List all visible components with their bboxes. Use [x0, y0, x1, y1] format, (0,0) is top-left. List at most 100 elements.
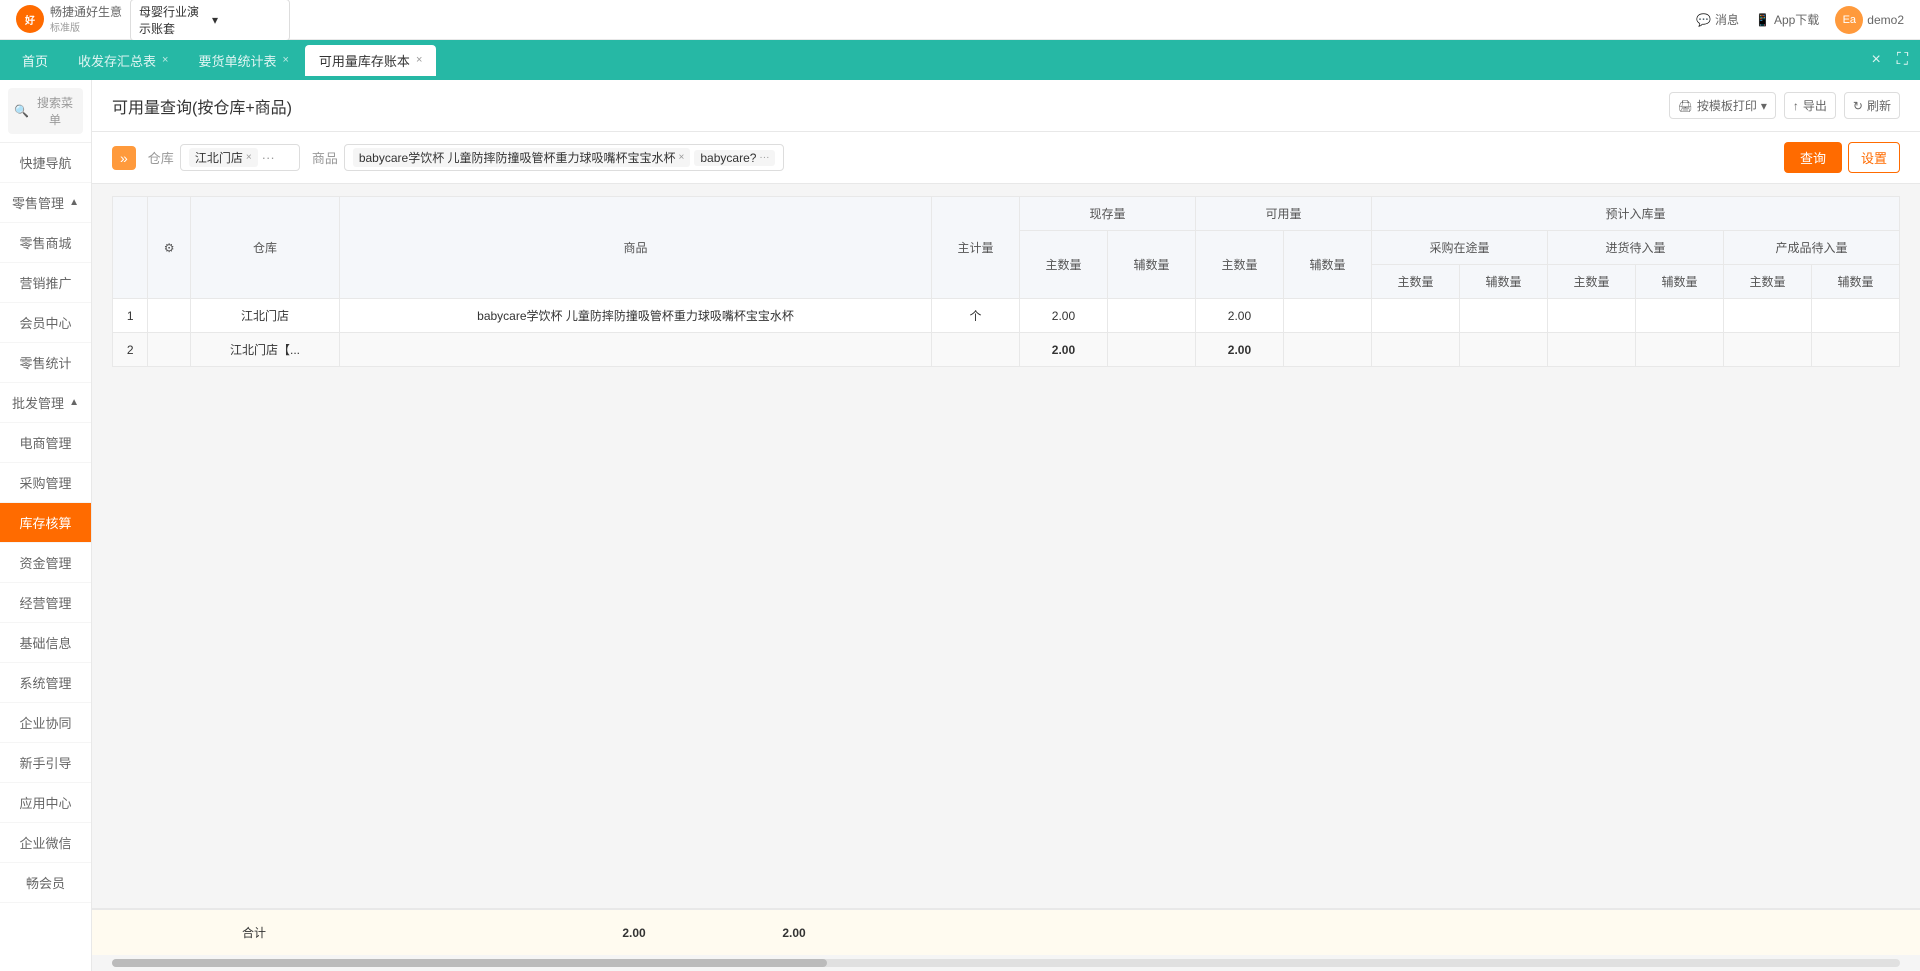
sidebar-item-operations[interactable]: 经营管理 [0, 583, 91, 623]
wechat-label: 企业微信 [19, 836, 71, 851]
close-all-button[interactable]: × [1867, 47, 1884, 73]
sidebar-item-quick-nav[interactable]: 快捷导航 [0, 143, 91, 183]
summary-empty-1 [92, 918, 184, 947]
nav-tabs: 首页 收发存汇总表 × 要货单统计表 × 可用量库存账本 × × ⛶ [0, 40, 1920, 80]
sidebar-item-basic-info[interactable]: 基础信息 [0, 623, 91, 663]
tab-receipt-label: 收发存汇总表 [78, 51, 156, 70]
row2-goods-aux [1635, 333, 1723, 367]
data-table: ⚙ 仓库 商品 主计量 现存量 [112, 196, 1900, 367]
user-area[interactable]: Ea demo2 [1835, 6, 1904, 34]
top-bar-right: 💬 消息 📱 App下载 Ea demo2 [1696, 6, 1904, 34]
retail-store-label: 零售商城 [19, 236, 71, 251]
search-menu-label: 搜索菜单 [33, 94, 77, 128]
th-stock-main: 主数量 [1019, 231, 1107, 299]
row2-prod-aux [1811, 333, 1899, 367]
th-avail-main: 主数量 [1195, 231, 1283, 299]
sidebar-item-retail-store[interactable]: 零售商城 [0, 223, 91, 263]
fullscreen-button[interactable]: ⛶ [1893, 47, 1912, 73]
th-pur-aux: 辅数量 [1459, 265, 1547, 299]
tab-receipt[interactable]: 收发存汇总表 × [64, 45, 182, 76]
main-layout: 🔍 搜索菜单 快捷导航 零售管理 ▲ 零售商城 营销推广 会员中心 零售统计 批… [0, 80, 1920, 971]
print-button[interactable]: 🖨 按模板打印 ▾ [1669, 92, 1776, 119]
table-row: 2 江北门店【... 2.00 2.00 [113, 333, 1900, 367]
settings-button[interactable]: 设置 [1848, 142, 1900, 173]
row2-stock-main: 2.00 [1019, 333, 1107, 367]
tab-inventory[interactable]: 可用量库存账本 × [305, 45, 436, 76]
th-product: 商品 [340, 197, 932, 299]
sidebar: 🔍 搜索菜单 快捷导航 零售管理 ▲ 零售商城 营销推广 会员中心 零售统计 批… [0, 80, 92, 971]
sidebar-item-purchase[interactable]: 采购管理 [0, 463, 91, 503]
row1-settings-cell [148, 299, 191, 333]
sidebar-item-inventory[interactable]: 库存核算 [0, 503, 91, 543]
sidebar-item-system[interactable]: 系统管理 [0, 663, 91, 703]
sidebar-item-retail-mgmt[interactable]: 零售管理 ▲ [0, 183, 91, 223]
row2-unit [931, 333, 1019, 367]
row2-seq: 2 [113, 333, 148, 367]
tab-order-close[interactable]: × [282, 54, 288, 66]
filter-buttons: 查询 设置 [1784, 142, 1900, 173]
top-bar: 好 畅捷通好生意 标准版 母婴行业演示账套 ▾ 💬 消息 📱 App下载 Ea … [0, 0, 1920, 40]
app-center-label: 应用中心 [19, 796, 71, 811]
export-button[interactable]: ↑ 导出 [1784, 92, 1836, 119]
avatar-text: Ea [1843, 14, 1856, 26]
th-rownum [113, 197, 148, 299]
warehouse-tag-text: 江北门店 [195, 149, 243, 166]
tab-home[interactable]: 首页 [8, 45, 62, 76]
warehouse-dots[interactable]: ··· [262, 150, 275, 165]
product-tag-2-dots[interactable]: ··· [759, 152, 769, 163]
product-tag-2-text: babycare? [700, 151, 756, 165]
th-settings[interactable]: ⚙ [148, 197, 191, 299]
table-row: 1 江北门店 babycare学饮杯 儿童防摔防撞吸管杯重力球吸嘴杯宝宝水杯 个… [113, 299, 1900, 333]
ecommerce-label: 电商管理 [19, 436, 71, 451]
logo-icon: 好 [16, 5, 44, 33]
search-menu-button[interactable]: 🔍 搜索菜单 [8, 88, 83, 134]
system-label: 系统管理 [19, 676, 71, 691]
sidebar-item-finance[interactable]: 资金管理 [0, 543, 91, 583]
tab-inventory-close[interactable]: × [416, 54, 422, 66]
purchase-label: 采购管理 [19, 476, 71, 491]
row1-unit: 个 [931, 299, 1019, 333]
message-button[interactable]: 💬 消息 [1696, 11, 1739, 28]
refresh-label: 刷新 [1867, 97, 1891, 114]
tab-receipt-close[interactable]: × [162, 54, 168, 66]
refresh-button[interactable]: ↻ 刷新 [1844, 92, 1900, 119]
sidebar-item-ecommerce[interactable]: 电商管理 [0, 423, 91, 463]
sidebar-item-wholesale[interactable]: 批发管理 ▲ [0, 383, 91, 423]
app-icon: 📱 [1755, 13, 1770, 27]
sidebar-item-vip[interactable]: 畅会员 [0, 863, 91, 903]
sidebar-item-retail-stats[interactable]: 零售统计 [0, 343, 91, 383]
message-label: 消息 [1715, 11, 1739, 28]
warehouse-tag-container[interactable]: 江北门店 × ··· [180, 144, 300, 171]
summary-rest [834, 918, 1920, 947]
table-container: ⚙ 仓库 商品 主计量 现存量 [92, 184, 1920, 908]
app-download-button[interactable]: 📱 App下载 [1755, 11, 1819, 28]
filter-bar: » 仓库 江北门店 × ··· 商品 babycare学饮杯 儿童防摔防撞吸管杯… [92, 132, 1920, 184]
sidebar-item-wechat[interactable]: 企业微信 [0, 823, 91, 863]
scrollbar-thumb[interactable] [112, 959, 827, 967]
horizontal-scrollbar[interactable] [112, 959, 1900, 967]
enterprise-label: 企业协同 [19, 716, 71, 731]
sidebar-item-new-guide[interactable]: 新手引导 [0, 743, 91, 783]
warehouse-tag-remove[interactable]: × [246, 152, 252, 163]
row1-goods-main [1547, 299, 1635, 333]
sidebar-item-member[interactable]: 会员中心 [0, 303, 91, 343]
sidebar-item-app-center[interactable]: 应用中心 [0, 783, 91, 823]
operations-label: 经营管理 [19, 596, 71, 611]
summary-label: 合计 [214, 918, 294, 947]
store-selector[interactable]: 母婴行业演示账套 ▾ [130, 0, 290, 41]
logo-text-block: 畅捷通好生意 标准版 [50, 5, 122, 34]
sidebar-item-marketing[interactable]: 营销推广 [0, 263, 91, 303]
scroll-bar-container [92, 955, 1920, 971]
query-button[interactable]: 查询 [1784, 142, 1842, 173]
product-tag-container[interactable]: babycare学饮杯 儿童防摔防撞吸管杯重力球吸嘴杯宝宝水杯 × babyca… [344, 144, 785, 171]
th-purchase-transit-group: 采购在途量 [1371, 231, 1547, 265]
settings-column-icon: ⚙ [164, 241, 175, 255]
product-tag-2: babycare? ··· [694, 150, 775, 166]
filter-expand-button[interactable]: » [112, 146, 136, 170]
nav-right-buttons: × ⛶ [1867, 47, 1912, 73]
row1-pur-aux [1459, 299, 1547, 333]
tab-order[interactable]: 要货单统计表 × [184, 45, 302, 76]
sidebar-item-enterprise[interactable]: 企业协同 [0, 703, 91, 743]
retail-mgmt-arrow-icon: ▲ [69, 197, 79, 208]
product-tag-1-remove[interactable]: × [679, 152, 685, 163]
